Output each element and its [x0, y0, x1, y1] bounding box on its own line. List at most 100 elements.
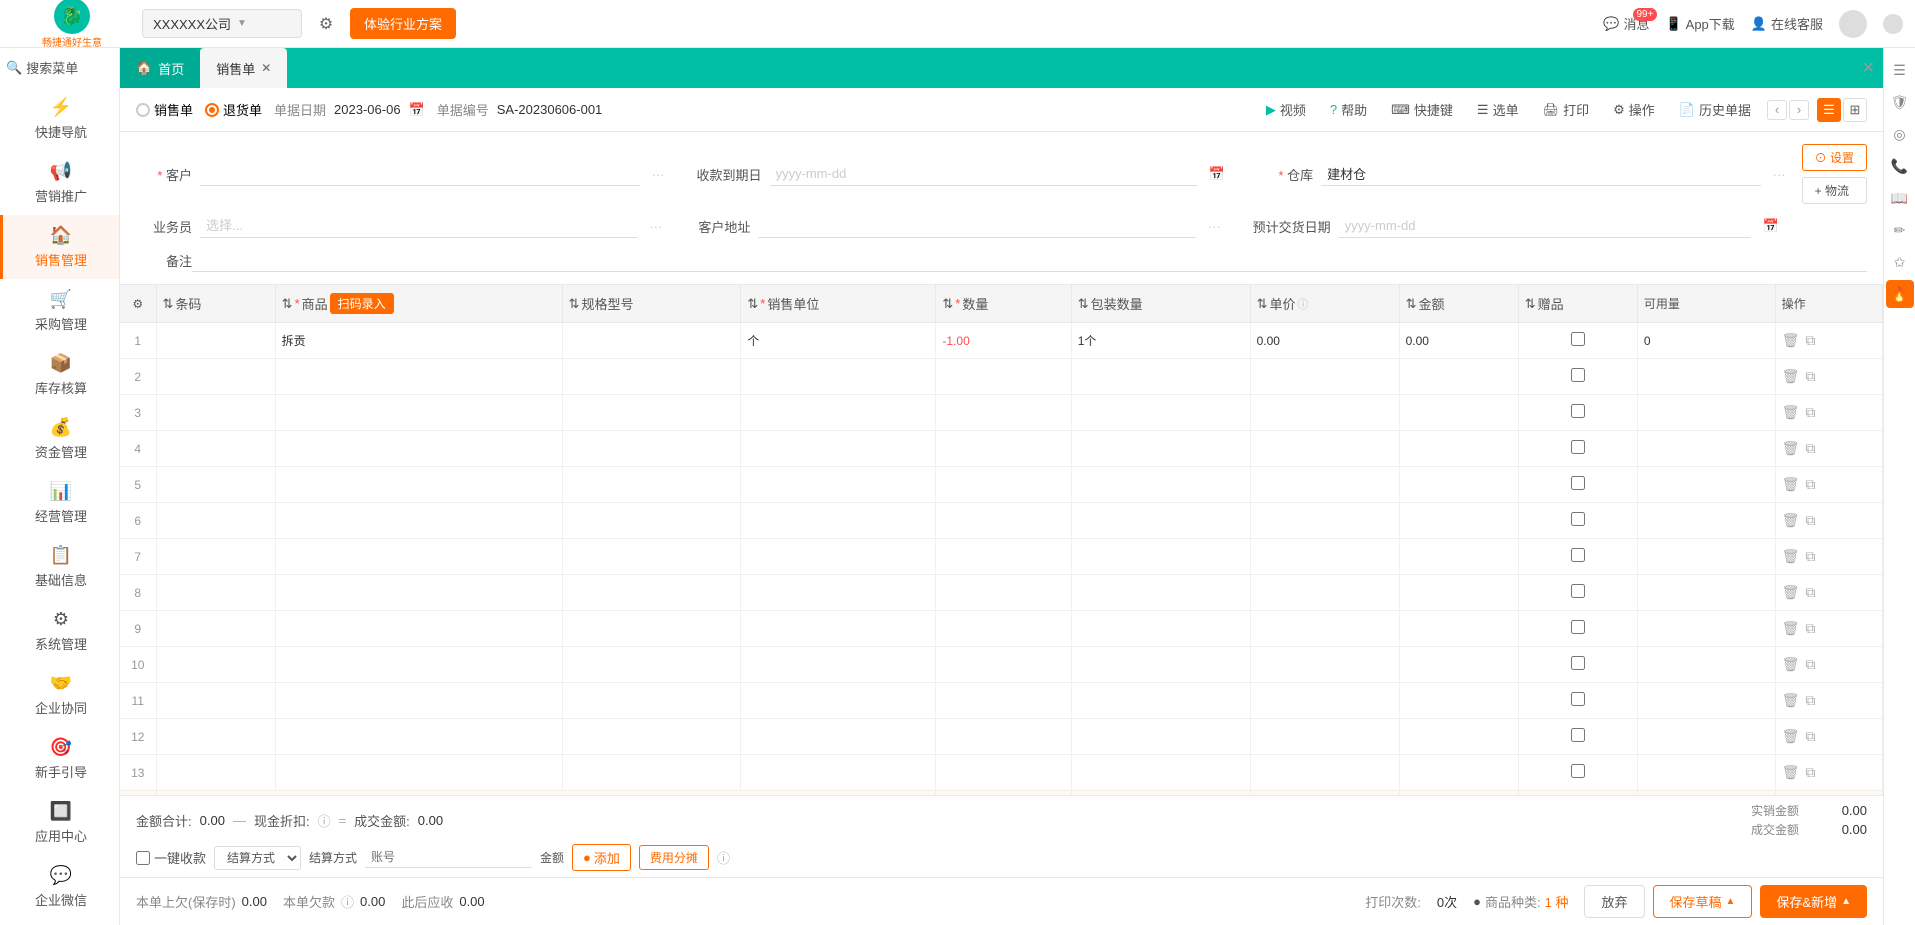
copy-icon[interactable]: ⧉ — [1805, 656, 1815, 673]
online-service-button[interactable]: 👤 在线客服 — [1751, 14, 1823, 33]
fee-split-help-icon[interactable]: ⓘ — [717, 848, 730, 867]
select-btn[interactable]: ☰ 选单 — [1469, 96, 1527, 123]
delete-icon[interactable]: 🗑 — [1782, 692, 1800, 709]
sidebar-item-capital[interactable]: 💰 资金管理 — [0, 407, 119, 471]
delete-icon-1[interactable]: 🗑 — [1782, 332, 1800, 349]
salesperson-input[interactable] — [200, 214, 637, 238]
copy-icon[interactable]: ⧉ — [1805, 548, 1815, 565]
copy-icon[interactable]: ⧉ — [1805, 404, 1815, 421]
right-panel-pen-btn[interactable]: ✏ — [1886, 216, 1914, 244]
sidebar-item-basic[interactable]: 📋 基础信息 — [0, 535, 119, 599]
sidebar-search[interactable]: 🔍 搜索菜单 — [0, 48, 119, 87]
sort-icon-qty[interactable]: ⇅ — [942, 296, 953, 312]
delete-icon[interactable]: 🗑 — [1782, 512, 1800, 529]
account-input[interactable] — [365, 847, 532, 868]
row-gift-1[interactable] — [1518, 323, 1637, 359]
warehouse-dots-icon[interactable]: ··· — [1773, 167, 1786, 182]
goods-type-radio[interactable]: ● — [1473, 894, 1481, 909]
copy-icon[interactable]: ⧉ — [1805, 620, 1815, 637]
view-grid-btn[interactable]: ⊞ — [1843, 98, 1867, 122]
expected-date-calendar-icon[interactable]: 📅 — [1763, 218, 1779, 234]
sidebar-item-apps[interactable]: 🔲 应用中心 — [0, 791, 119, 855]
help-btn[interactable]: ? 帮助 — [1322, 96, 1375, 123]
sort-icon-product[interactable]: ⇅ — [282, 296, 293, 312]
delete-icon[interactable]: 🗑 — [1782, 476, 1800, 493]
tab-sales-order[interactable]: 销售单 ✕ — [200, 48, 287, 88]
right-panel-book-btn[interactable]: 📖 — [1886, 184, 1914, 212]
sort-icon-spec[interactable]: ⇅ — [569, 296, 580, 312]
copy-icon[interactable]: ⧉ — [1805, 692, 1815, 709]
row-price-1[interactable]: 0.00 — [1250, 323, 1399, 359]
warehouse-input[interactable] — [1321, 162, 1761, 186]
view-list-btn[interactable]: ☰ — [1817, 98, 1841, 122]
delete-icon[interactable]: 🗑 — [1782, 404, 1800, 421]
sidebar-item-member[interactable]: V 畅会员 — [0, 919, 119, 925]
payment-due-calendar-icon[interactable]: 📅 — [1209, 166, 1225, 182]
window-close-icon[interactable]: ✕ — [1854, 54, 1883, 82]
sidebar-item-marketing[interactable]: 📢 营销推广 — [0, 151, 119, 215]
nav-prev[interactable]: ‹ — [1767, 100, 1787, 120]
sort-icon-price[interactable]: ⇅ — [1257, 296, 1268, 312]
right-panel-star-btn[interactable]: ✩ — [1886, 248, 1914, 276]
col-settings[interactable]: ⚙ — [120, 285, 156, 323]
right-panel-eye-btn[interactable]: ◎ — [1886, 120, 1914, 148]
setting-button[interactable]: ⊙ 设置 — [1802, 144, 1867, 171]
sidebar-item-purchase[interactable]: 🛒 采购管理 — [0, 279, 119, 343]
right-panel-list-btn[interactable]: ☰ — [1886, 56, 1914, 84]
fee-split-button[interactable]: 费用分摊 — [639, 845, 709, 870]
delete-icon[interactable]: 🗑 — [1782, 728, 1800, 745]
history-btn[interactable]: 📄 历史单据 — [1671, 96, 1759, 123]
add-button[interactable]: ● 添加 — [572, 844, 631, 871]
discard-button[interactable]: 放弃 — [1584, 885, 1644, 918]
sidebar-item-inventory[interactable]: 📦 库存核算 — [0, 343, 119, 407]
delete-icon[interactable]: 🗑 — [1782, 548, 1800, 565]
sort-icon-amount[interactable]: ⇅ — [1406, 296, 1417, 312]
delete-icon[interactable]: 🗑 — [1782, 620, 1800, 637]
user-avatar-2[interactable] — [1883, 14, 1903, 34]
save-draft-button[interactable]: 保存草稿 ▲ — [1653, 885, 1753, 918]
tab-home[interactable]: 🏠 首页 — [120, 48, 200, 88]
logistics-button[interactable]: + 物流 — [1802, 177, 1867, 204]
sidebar-item-wechat[interactable]: 💬 企业微信 — [0, 855, 119, 919]
customer-input[interactable] — [200, 162, 640, 186]
expected-date-input[interactable] — [1339, 214, 1751, 238]
row-product-1[interactable]: 拆贡 — [275, 323, 562, 359]
payment-due-input[interactable] — [770, 162, 1197, 186]
delete-icon[interactable]: 🗑 — [1782, 440, 1800, 457]
scan-button[interactable]: 扫码录入 — [330, 293, 394, 314]
delete-icon[interactable]: 🗑 — [1782, 368, 1800, 385]
settlement-method-select[interactable]: 结算方式 — [214, 846, 301, 870]
one-click-payment-checkbox[interactable]: 一键收款 — [136, 848, 206, 867]
sort-icon-pack[interactable]: ⇅ — [1078, 296, 1089, 312]
row-qty-1[interactable]: -1.00 — [936, 323, 1071, 359]
radio-sales[interactable]: 销售单 — [136, 100, 193, 119]
shortcut-btn[interactable]: ⌨ 快捷键 — [1383, 96, 1461, 123]
sidebar-item-operations[interactable]: 📊 经营管理 — [0, 471, 119, 535]
print-btn[interactable]: 🖨 打印 — [1535, 96, 1598, 123]
operation-btn[interactable]: ⚙ 操作 — [1605, 96, 1663, 123]
sidebar-item-sales[interactable]: 🏠 销售管理 — [0, 215, 119, 279]
experience-button[interactable]: 体验行业方案 — [350, 8, 456, 39]
copy-icon[interactable]: ⧉ — [1805, 476, 1815, 493]
delete-icon[interactable]: 🗑 — [1782, 764, 1800, 781]
copy-icon-1[interactable]: ⧉ — [1805, 332, 1815, 349]
save-new-button[interactable]: 保存&新增 ▲ — [1760, 885, 1867, 918]
user-avatar[interactable] — [1839, 10, 1867, 38]
video-btn[interactable]: ▶ 视频 — [1258, 96, 1314, 123]
app-download-button[interactable]: 📱 App下载 — [1665, 14, 1734, 33]
total-owe-help[interactable]: ⓘ — [341, 892, 354, 911]
nav-next[interactable]: › — [1789, 100, 1809, 120]
sidebar-item-guide[interactable]: 🎯 新手引导 — [0, 727, 119, 791]
delete-icon[interactable]: 🗑 — [1782, 584, 1800, 601]
discount-help-icon[interactable]: ⓘ — [318, 811, 331, 830]
sort-icon[interactable]: ⇅ — [163, 296, 174, 312]
right-panel-shield-btn[interactable]: 🛡 — [1886, 88, 1914, 116]
sort-icon-unit[interactable]: ⇅ — [747, 296, 758, 312]
radio-return[interactable]: 退货单 — [205, 100, 262, 119]
sidebar-item-system[interactable]: ⚙ 系统管理 — [0, 599, 119, 663]
sort-icon-gift[interactable]: ⇅ — [1525, 296, 1536, 312]
one-click-payment-input[interactable] — [136, 851, 150, 865]
right-panel-fire-btn[interactable]: 🔥 — [1886, 280, 1914, 308]
copy-icon[interactable]: ⧉ — [1805, 368, 1815, 385]
right-panel-phone-btn[interactable]: 📞 — [1886, 152, 1914, 180]
